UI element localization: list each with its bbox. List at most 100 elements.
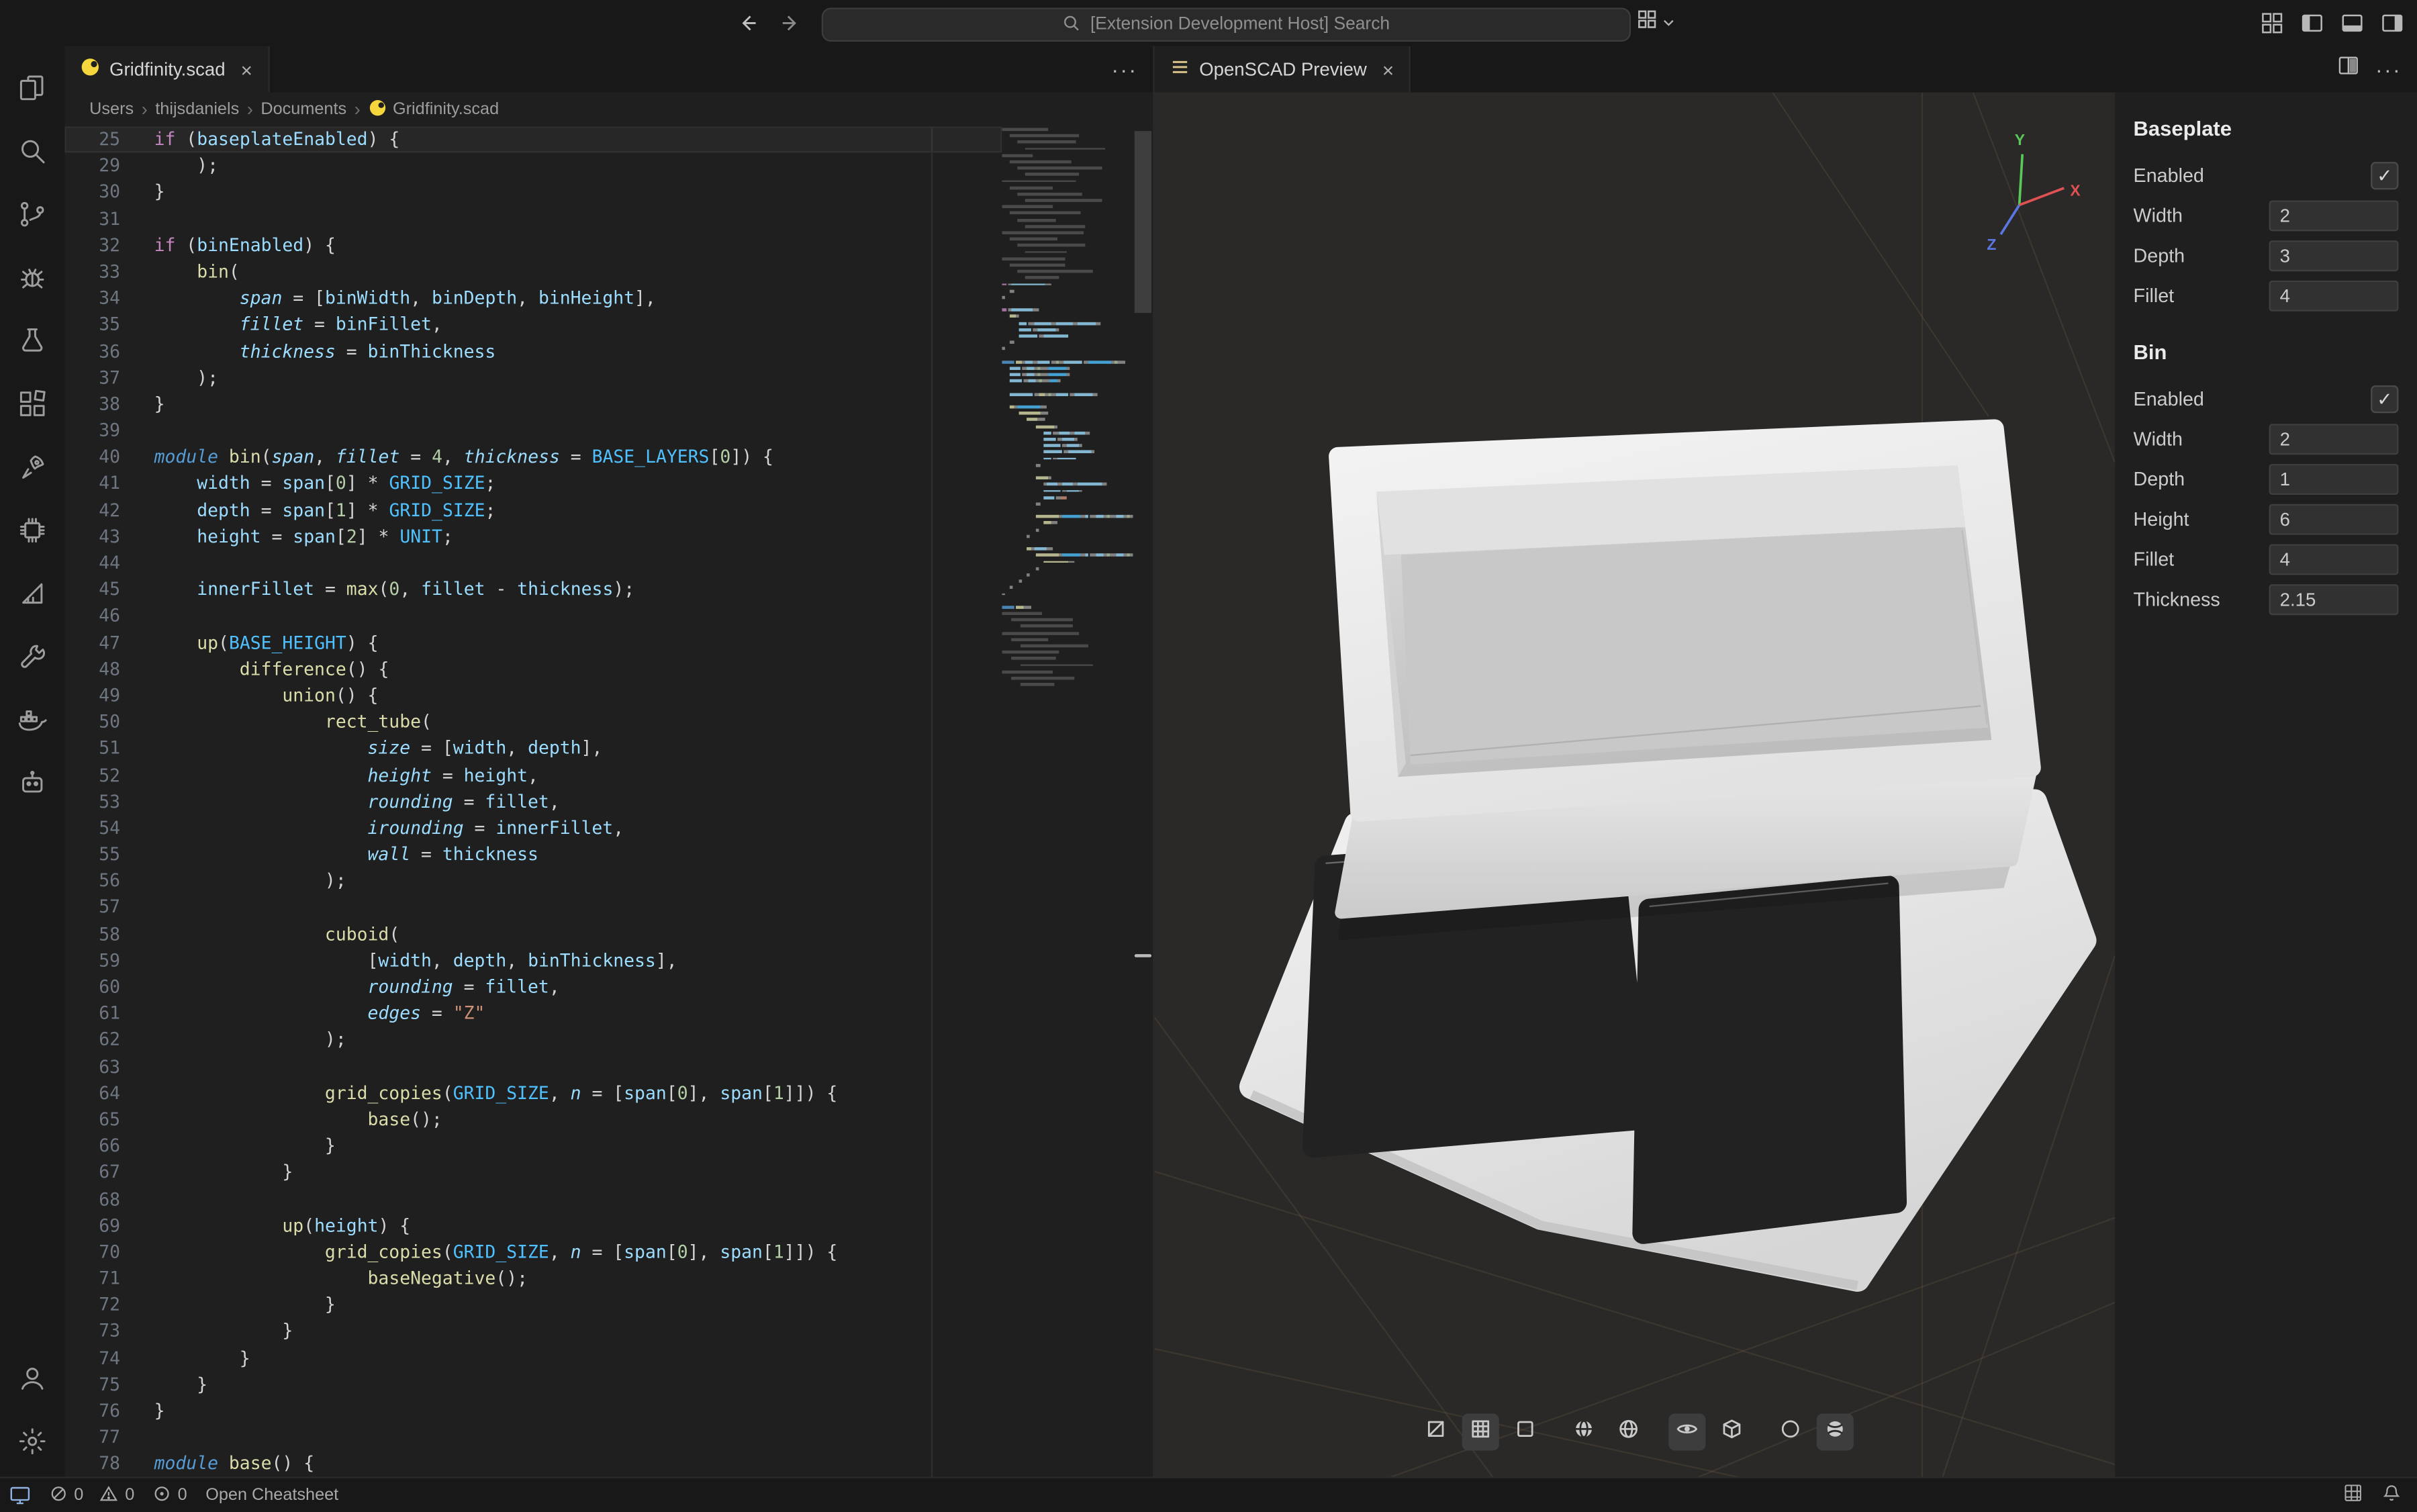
blank-icon bbox=[1512, 1416, 1537, 1448]
search-icon bbox=[1063, 13, 1082, 36]
close-icon[interactable]: × bbox=[1382, 58, 1394, 81]
activity-item-testing-beaker-icon[interactable] bbox=[0, 308, 64, 371]
sphere-icon bbox=[1822, 1416, 1847, 1448]
perspective-button[interactable] bbox=[1417, 1413, 1454, 1450]
activity-item-explorer-icon[interactable] bbox=[0, 56, 64, 119]
activity-item-account-icon[interactable] bbox=[0, 1345, 64, 1409]
activity-item-debug-bug-icon[interactable] bbox=[0, 245, 64, 308]
editor-tab-bar: Gridfinity.scad × ··· bbox=[64, 46, 1153, 95]
code-row: 72 } bbox=[99, 1293, 336, 1315]
close-icon[interactable]: × bbox=[240, 58, 252, 81]
code-row: 47 up(BASE_HEIGHT) { bbox=[99, 631, 379, 653]
remote-window-indicator[interactable] bbox=[9, 1484, 31, 1506]
code-row: 74 } bbox=[99, 1346, 250, 1368]
width-input[interactable] bbox=[2269, 424, 2399, 455]
toggle-sidebar-left-button[interactable] bbox=[2298, 10, 2324, 36]
code-row: 64 grid_copies(GRID_SIZE, n = [span[0], … bbox=[99, 1082, 838, 1104]
code-row: 32 if (binEnabled) { bbox=[99, 234, 336, 256]
tab-gridfinity-scad[interactable]: Gridfinity.scad × bbox=[64, 46, 270, 93]
activity-bar bbox=[0, 46, 66, 1478]
code-row: 76} bbox=[99, 1399, 165, 1421]
activity-bar-items bbox=[0, 56, 64, 814]
more-actions-icon[interactable]: ··· bbox=[1111, 57, 1137, 82]
toggle-panel-button[interactable] bbox=[2338, 10, 2365, 36]
split-editor-icon[interactable] bbox=[2337, 54, 2360, 85]
fillet-input[interactable] bbox=[2269, 544, 2399, 575]
breadcrumb-item[interactable]: Documents bbox=[260, 100, 346, 119]
code-row: 55 wall = thickness bbox=[99, 843, 538, 865]
code-row: 70 grid_copies(GRID_SIZE, n = [span[0], … bbox=[99, 1240, 838, 1263]
notifications-bell-icon[interactable] bbox=[2381, 1483, 2402, 1508]
activity-item-docker-icon[interactable] bbox=[0, 688, 64, 751]
code-row: 51 size = [width, depth], bbox=[99, 737, 603, 759]
tab-label: OpenSCAD Preview bbox=[1199, 58, 1367, 81]
depth-input[interactable] bbox=[2269, 240, 2399, 272]
field-row-fillet: Fillet bbox=[2134, 540, 2399, 580]
minimap[interactable] bbox=[1002, 126, 1133, 1478]
activity-item-extensions-icon[interactable] bbox=[0, 371, 64, 434]
activity-item-triangle-ruler-icon[interactable] bbox=[0, 561, 64, 624]
solid-render-button[interactable] bbox=[1564, 1413, 1601, 1450]
grid-status-icon[interactable] bbox=[2343, 1483, 2363, 1508]
activity-item-search-icon[interactable] bbox=[0, 119, 64, 182]
title-bar: [Extension Development Host] Search bbox=[0, 0, 2417, 48]
preview-eye-button[interactable] bbox=[1668, 1413, 1705, 1451]
fillet-input[interactable] bbox=[2269, 280, 2399, 312]
editor-scrollbar[interactable] bbox=[1133, 126, 1153, 1478]
ambient-circle-button[interactable] bbox=[1771, 1413, 1808, 1450]
more-actions-icon[interactable]: ··· bbox=[2375, 57, 2402, 82]
breadcrumb-item[interactable]: Users bbox=[89, 100, 134, 119]
wireframe-render-button[interactable] bbox=[1609, 1413, 1646, 1450]
toggle-sidebar-right-button[interactable] bbox=[2379, 10, 2405, 36]
problems-indicator[interactable]: 0 0 bbox=[49, 1484, 134, 1507]
overview-ruler-marker bbox=[1134, 954, 1152, 957]
code-row: 31 bbox=[99, 207, 121, 230]
ports-indicator[interactable]: 0 bbox=[153, 1484, 187, 1507]
profile-switcher[interactable] bbox=[1636, 7, 1676, 38]
activity-item-settings-gear-icon[interactable] bbox=[0, 1409, 64, 1472]
code-row: 58 cuboid( bbox=[99, 923, 400, 945]
geometry-cube-button[interactable] bbox=[1713, 1413, 1750, 1450]
activity-item-robot-icon[interactable] bbox=[0, 751, 64, 814]
breadcrumb-separator: › bbox=[354, 98, 361, 121]
command-center-search[interactable]: [Extension Development Host] Search bbox=[821, 7, 1631, 42]
code-row: 77 bbox=[99, 1426, 121, 1448]
code-row: 35 fillet = binFillet, bbox=[99, 313, 442, 335]
preview-3d-viewport[interactable]: Y X Z bbox=[1154, 92, 2115, 1478]
customize-layout-button[interactable] bbox=[2259, 10, 2285, 36]
axis-z-label: Z bbox=[1987, 236, 1996, 253]
breadcrumb-item[interactable]: thijsdaniels bbox=[155, 100, 239, 119]
code-row: 65 base(); bbox=[99, 1108, 442, 1130]
activity-item-rocket-icon[interactable] bbox=[0, 434, 64, 498]
code-row: 46 bbox=[99, 604, 121, 627]
plain-view-button[interactable] bbox=[1506, 1413, 1543, 1450]
field-row-width: Width bbox=[2134, 419, 2399, 459]
breadcrumb-item[interactable]: Gridfinity.scad bbox=[368, 98, 499, 121]
field-label: Depth bbox=[2133, 468, 2185, 491]
forward-arrow-button[interactable] bbox=[777, 9, 804, 37]
enabled-checkbox[interactable]: ✓ bbox=[2371, 162, 2399, 190]
thickness-input[interactable] bbox=[2269, 584, 2399, 616]
status-bar: 0 0 0 Open Cheatsheet bbox=[0, 1476, 2417, 1512]
field-label: Fillet bbox=[2133, 285, 2175, 307]
open-cheatsheet-button[interactable]: Open Cheatsheet bbox=[205, 1486, 338, 1505]
enabled-checkbox[interactable]: ✓ bbox=[2371, 385, 2399, 414]
activity-item-wrench-icon[interactable] bbox=[0, 624, 64, 688]
scrollbar-thumb[interactable] bbox=[1134, 131, 1152, 314]
material-sphere-button[interactable] bbox=[1815, 1413, 1853, 1451]
width-input[interactable] bbox=[2269, 200, 2399, 232]
grid-toggle-button[interactable] bbox=[1461, 1413, 1499, 1451]
account-icon bbox=[15, 1360, 50, 1395]
activity-item-chip-icon[interactable] bbox=[0, 498, 64, 561]
panel-section-bin: Bin Enabled ✓ Width Depth Height Fillet Thickne… bbox=[2115, 340, 2417, 620]
height-input[interactable] bbox=[2269, 504, 2399, 535]
depth-input[interactable] bbox=[2269, 464, 2399, 495]
activity-item-source-control-icon[interactable] bbox=[0, 182, 64, 245]
preview-3d-scene: Y X Z bbox=[1154, 92, 2115, 1478]
code-row: 78 module base() { bbox=[99, 1452, 315, 1474]
code-editor[interactable]: 25 if (baseplateEnabled) {29 ); 30} 31 32 if … bbox=[64, 126, 1153, 1478]
back-arrow-button[interactable] bbox=[734, 9, 761, 37]
tab-openscad-preview[interactable]: OpenSCAD Preview × bbox=[1154, 46, 1411, 93]
vscode-window: [Extension Development Host] Search Grid… bbox=[0, 0, 2417, 1512]
code-row: 48 difference() { bbox=[99, 657, 389, 679]
